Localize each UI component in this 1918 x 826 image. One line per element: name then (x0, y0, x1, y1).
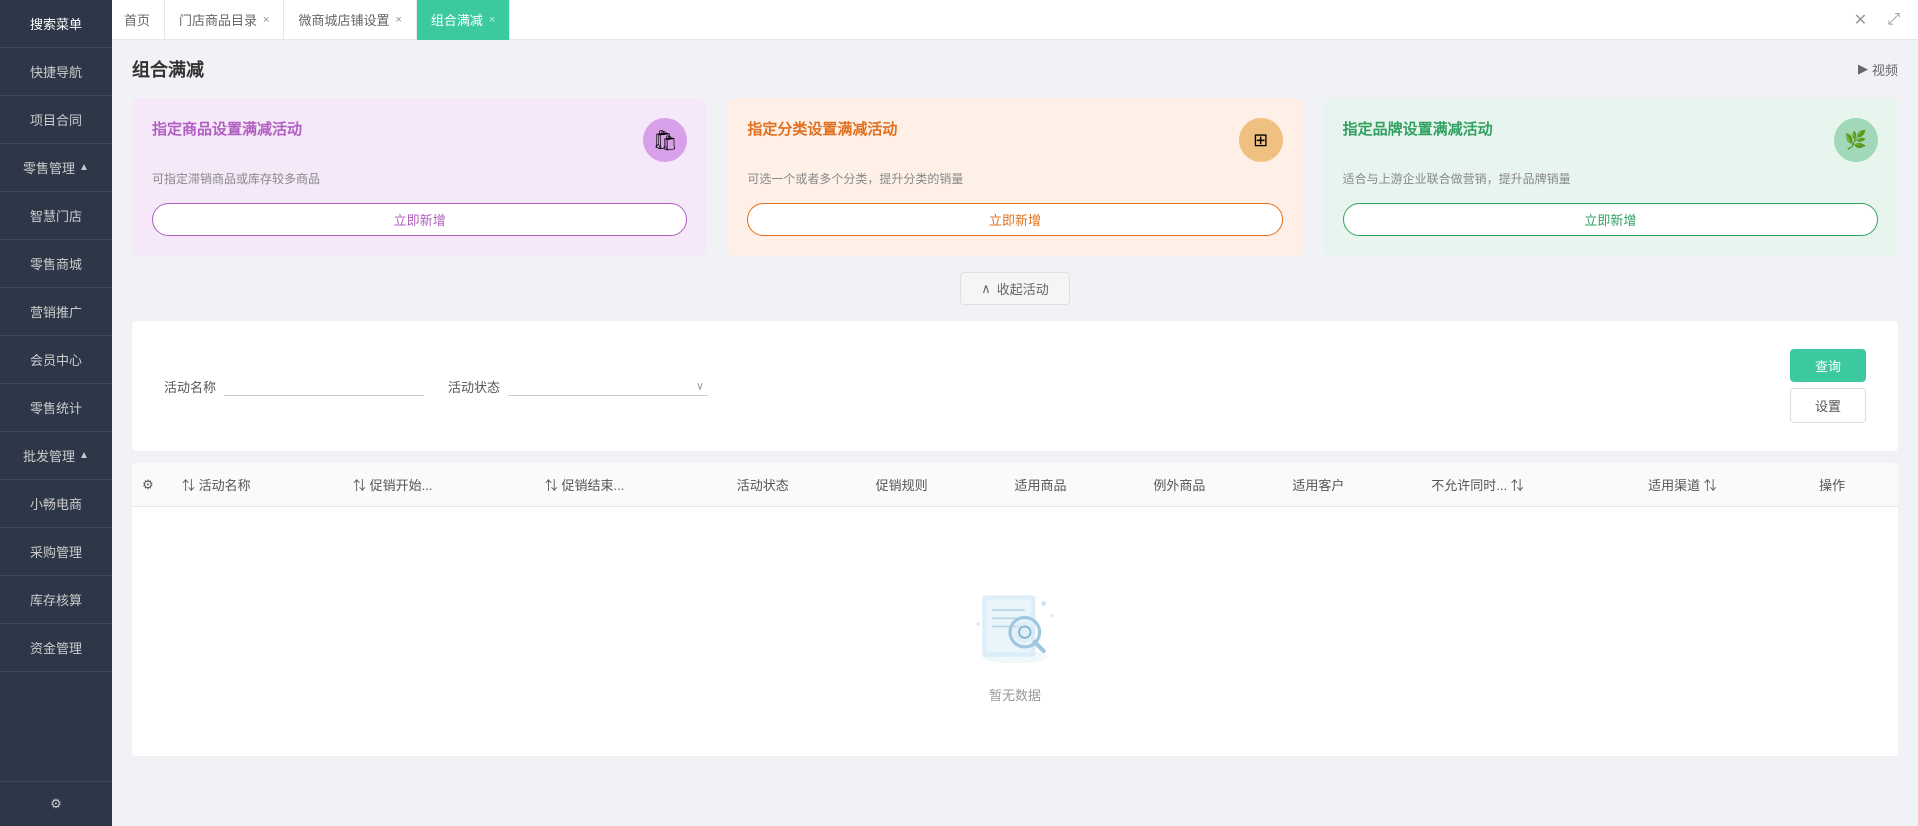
tab-home[interactable]: 首页 (124, 0, 165, 40)
empty-state: 暂无数据 (142, 519, 1888, 744)
empty-state-row: 暂无数据 (132, 507, 1898, 757)
tab-bar: 首页 门店商品目录 × 微商城店铺设置 × 组合满减 × ✕ ⤢ (112, 0, 1918, 40)
brand-card-desc: 适合与上游企业联合做营销，提升品牌销量 (1343, 170, 1878, 187)
filter-section: 活动名称 活动状态 进行中 未开始 已结束 ∨ (132, 321, 1898, 451)
activity-status-label: 活动状态 (448, 377, 500, 396)
sort-icon-no-concurrent: ⇅ (1511, 478, 1524, 493)
category-card-title: 指定分类设置满减活动 (747, 118, 897, 139)
sidebar-item-purchase-mgmt[interactable]: 采购管理 (0, 528, 112, 576)
sort-icon-activity-name: ⇅ (182, 478, 195, 493)
query-button[interactable]: 查询 (1790, 349, 1866, 382)
empty-text: 暂无数据 (989, 685, 1041, 704)
goods-card-add-button[interactable]: 立即新增 (152, 203, 687, 236)
activity-table: ⚙ ⇅ 活动名称 ⇅ 促销开始... ⇅ 促销结束... (132, 463, 1898, 757)
category-card-icon: ⊞ (1239, 118, 1283, 162)
table-col-operation: 操作 (1809, 463, 1898, 507)
table-body: 暂无数据 (132, 507, 1898, 757)
page-title: 组合满减 (132, 56, 204, 82)
sidebar-item-quick-nav[interactable]: 快捷导航 (0, 48, 112, 96)
empty-state-cell: 暂无数据 (132, 507, 1898, 757)
sidebar-item-retail-management[interactable]: 零售管理 ▲ (0, 144, 112, 192)
filter-activity-status: 活动状态 进行中 未开始 已结束 ∨ (448, 376, 708, 396)
close-tab-product-catalog-icon[interactable]: × (263, 14, 269, 26)
page-header: 组合满减 ▶ 视频 (132, 56, 1898, 82)
tab-combo-discount[interactable]: 组合满减 × (417, 0, 510, 40)
table-col-settings[interactable]: ⚙ (132, 463, 172, 507)
close-tab-wechat-store-icon[interactable]: × (395, 14, 401, 26)
expand-arrow-icon: ▲ (79, 162, 89, 173)
tab-close-window-button[interactable]: ✕ (1848, 8, 1873, 32)
activity-name-input[interactable] (224, 376, 424, 396)
table-col-promo-start[interactable]: ⇅ 促销开始... (343, 463, 535, 507)
tab-wechat-store[interactable]: 微商城店铺设置 × (284, 0, 416, 40)
filter-row: 活动名称 活动状态 进行中 未开始 已结束 ∨ (148, 335, 1882, 437)
category-card-add-button[interactable]: 立即新增 (747, 203, 1282, 236)
promo-cards-row: 指定商品设置满减活动 🛍 可指定滞销商品或库存较多商品 立即新增 指定分类设置满… (132, 98, 1898, 256)
settings-button[interactable]: 设置 (1790, 388, 1866, 423)
table-col-applicable-goods: 适用商品 (1005, 463, 1144, 507)
sidebar-item-inventory[interactable]: 库存核算 (0, 576, 112, 624)
goods-card-title: 指定商品设置满减活动 (152, 118, 302, 139)
sidebar: 搜索菜单 快捷导航 项目合同 零售管理 ▲ 智慧门店 零售商城 营销推广 会员中… (0, 0, 112, 826)
sidebar-item-retail-stats[interactable]: 零售统计 (0, 384, 112, 432)
table-col-no-concurrent[interactable]: 不允许同时... ⇅ (1421, 463, 1638, 507)
brand-card-add-button[interactable]: 立即新增 (1343, 203, 1878, 236)
play-circle-icon: ▶ (1858, 61, 1868, 77)
expand-arrow-icon-2: ▲ (79, 450, 89, 461)
sidebar-settings[interactable]: ⚙ (0, 781, 112, 826)
table-col-promo-end[interactable]: ⇅ 促销结束... (535, 463, 727, 507)
category-card-desc: 可选一个或者多个分类，提升分类的销量 (747, 170, 1282, 187)
goods-card-desc: 可指定滞销商品或库存较多商品 (152, 170, 687, 187)
sidebar-item-wholesale-mgmt[interactable]: 批发管理 ▲ (0, 432, 112, 480)
table-header-row: ⚙ ⇅ 活动名称 ⇅ 促销开始... ⇅ 促销结束... (132, 463, 1898, 507)
activity-status-select[interactable]: 进行中 未开始 已结束 (508, 376, 708, 396)
table-col-applicable-channel[interactable]: 适用渠道 ⇅ (1638, 463, 1809, 507)
sidebar-item-finance[interactable]: 资金管理 (0, 624, 112, 672)
sidebar-item-project-contract[interactable]: 项目合同 (0, 96, 112, 144)
activity-status-select-wrap: 进行中 未开始 已结束 ∨ (508, 376, 708, 396)
filter-buttons: 查询 设置 (1790, 349, 1866, 423)
sidebar-item-retail-mall[interactable]: 零售商城 (0, 240, 112, 288)
filter-activity-name: 活动名称 (164, 376, 424, 396)
card-top-green: 指定品牌设置满减活动 🌿 (1343, 118, 1878, 162)
sidebar-item-smart-store[interactable]: 智慧门店 (0, 192, 112, 240)
category-promo-card: 指定分类设置满减活动 ⊞ 可选一个或者多个分类，提升分类的销量 立即新增 (727, 98, 1302, 256)
sort-icon-promo-start: ⇅ (353, 478, 366, 493)
page-content: 组合满减 ▶ 视频 指定商品设置满减活动 🛍 可指定滞销商品或库存较多商品 立即… (112, 40, 1918, 826)
table-col-exception-goods: 例外商品 (1143, 463, 1282, 507)
collapse-bar: ∧ 收起活动 (132, 272, 1898, 305)
close-tab-combo-discount-icon[interactable]: × (489, 14, 495, 26)
data-table-wrap: ⚙ ⇅ 活动名称 ⇅ 促销开始... ⇅ 促销结束... (132, 463, 1898, 757)
goods-promo-card: 指定商品设置满减活动 🛍 可指定滞销商品或库存较多商品 立即新增 (132, 98, 707, 256)
card-top-orange: 指定分类设置满减活动 ⊞ (747, 118, 1282, 162)
sort-icon-applicable-channel: ⇅ (1704, 478, 1717, 493)
table-col-promo-rule: 促销规则 (866, 463, 1005, 507)
activity-name-label: 活动名称 (164, 377, 216, 396)
sidebar-search[interactable]: 搜索菜单 (0, 0, 112, 48)
tab-actions: ✕ ⤢ (1848, 8, 1906, 32)
table-col-applicable-customer: 适用客户 (1282, 463, 1421, 507)
chevron-up-icon: ∧ (981, 281, 991, 297)
sidebar-item-membership[interactable]: 会员中心 (0, 336, 112, 384)
empty-state-illustration (965, 579, 1065, 669)
brand-promo-card: 指定品牌设置满减活动 🌿 适合与上游企业联合做营销，提升品牌销量 立即新增 (1323, 98, 1898, 256)
goods-card-icon: 🛍 (643, 118, 687, 162)
video-link[interactable]: ▶ 视频 (1858, 60, 1898, 79)
brand-card-icon: 🌿 (1834, 118, 1878, 162)
card-top-purple: 指定商品设置满减活动 🛍 (152, 118, 687, 162)
brand-card-title: 指定品牌设置满减活动 (1343, 118, 1493, 139)
main-area: 首页 门店商品目录 × 微商城店铺设置 × 组合满减 × ✕ ⤢ 组合满减 ▶ … (112, 0, 1918, 826)
table-col-activity-status: 活动状态 (727, 463, 866, 507)
sidebar-item-marketing[interactable]: 营销推广 (0, 288, 112, 336)
tab-product-catalog[interactable]: 门店商品目录 × (165, 0, 284, 40)
tab-maximize-button[interactable]: ⤢ (1881, 9, 1906, 31)
table-header: ⚙ ⇅ 活动名称 ⇅ 促销开始... ⇅ 促销结束... (132, 463, 1898, 507)
collapse-activities-button[interactable]: ∧ 收起活动 (960, 272, 1070, 305)
sidebar-item-xiaochang[interactable]: 小畅电商 (0, 480, 112, 528)
sort-icon-promo-end: ⇅ (545, 478, 558, 493)
table-col-activity-name[interactable]: ⇅ 活动名称 (172, 463, 343, 507)
